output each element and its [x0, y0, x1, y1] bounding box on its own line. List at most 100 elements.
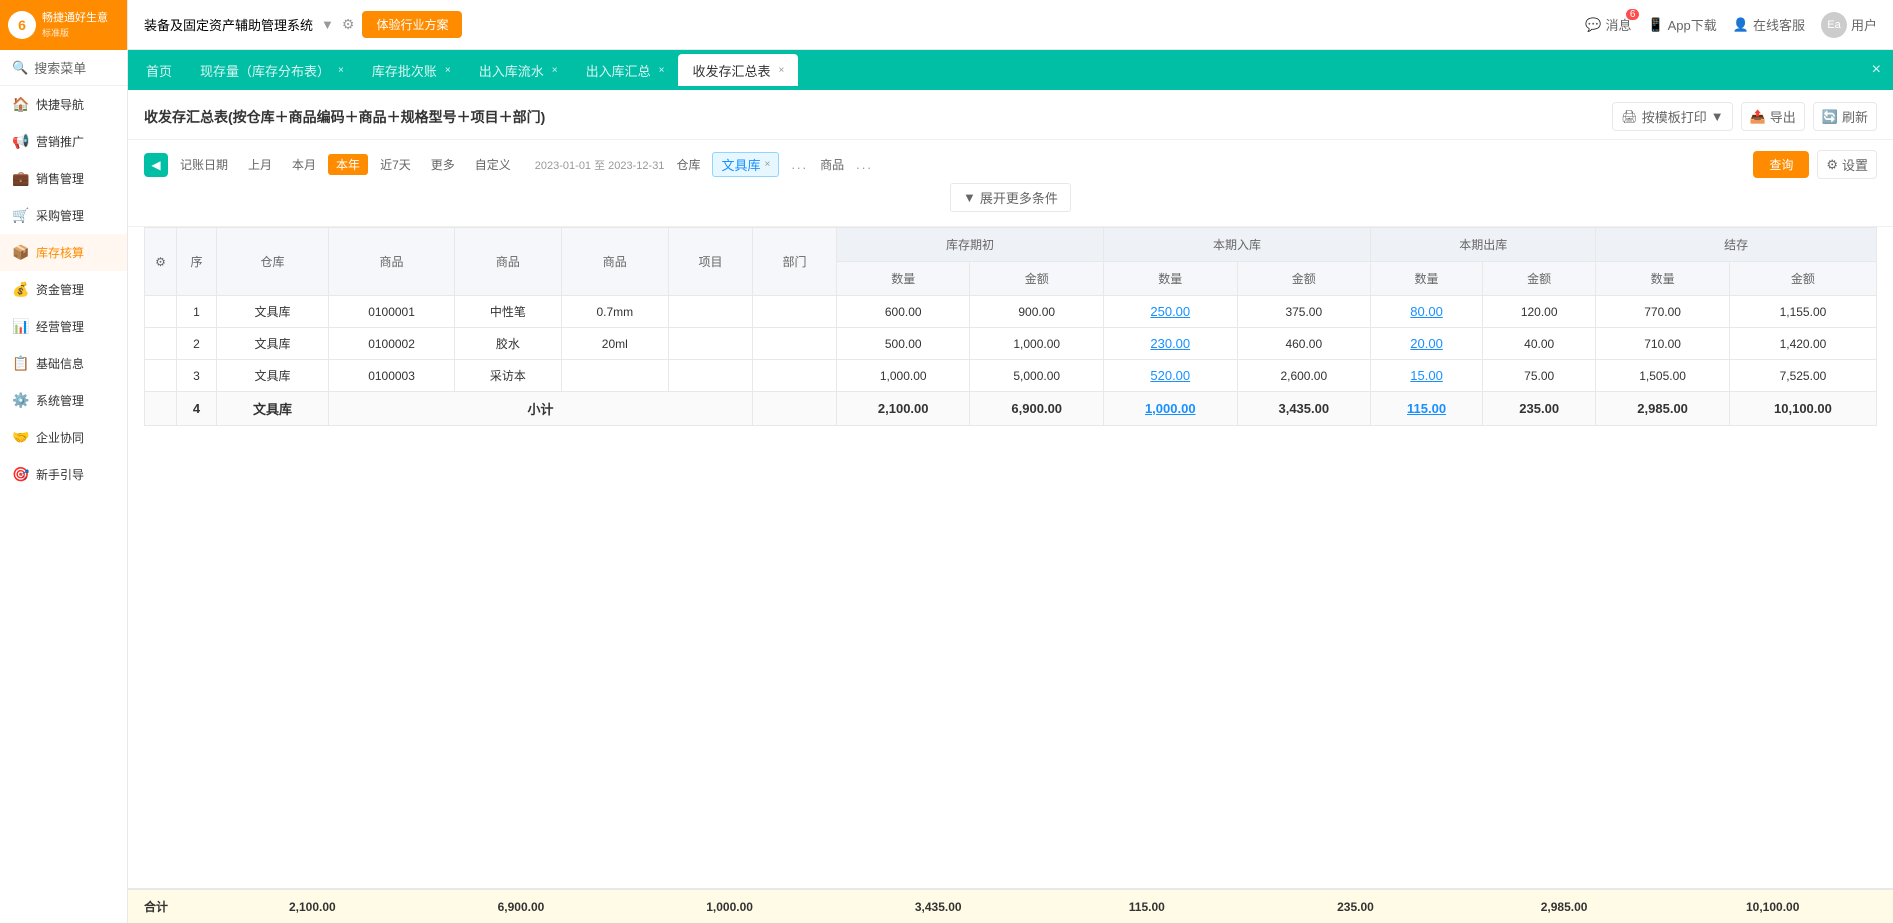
tab-batch-ledger[interactable]: 库存批次账 × — [358, 54, 465, 86]
th-balance-qty: 数量 — [1596, 262, 1730, 296]
tab-in-out-flow[interactable]: 出入库流水 × — [465, 54, 572, 86]
online-service-label: 在线客服 — [1753, 15, 1805, 34]
cell-in-qty[interactable]: 520.00 — [1104, 360, 1238, 392]
cell-opening-amt: 6,900.00 — [970, 392, 1104, 426]
th-in-amt: 金额 — [1237, 262, 1371, 296]
tab-home[interactable]: 首页 — [132, 54, 186, 86]
corp-icon: 🤝 — [12, 429, 28, 446]
cell-in-amt: 460.00 — [1237, 328, 1371, 360]
th-no: 序 — [177, 228, 217, 296]
sidebar-item-label: 新手引导 — [36, 466, 84, 483]
cell-out-qty[interactable]: 20.00 — [1371, 328, 1483, 360]
th-balance: 结存 — [1596, 228, 1877, 262]
sidebar-item-marketing[interactable]: 📢 营销推广 — [0, 123, 127, 160]
tab-close-icon[interactable]: × — [659, 65, 665, 76]
tab-in-out-summary[interactable]: 出入库汇总 × — [572, 54, 679, 86]
th-product-spec: 商品 — [561, 228, 669, 296]
warehouse-dots[interactable]: ... — [791, 157, 808, 172]
sidebar-item-label: 系统管理 — [36, 392, 84, 409]
subtotal-row: 4 文具库 小计 2,100.00 6,900.00 1,000.00 3,43… — [145, 392, 1877, 426]
tab-close-icon[interactable]: × — [445, 65, 451, 76]
refresh-btn[interactable]: 🔄 刷新 — [1813, 102, 1877, 131]
sidebar-item-label: 营销推广 — [36, 133, 84, 150]
sidebar-item-corp[interactable]: 🤝 企业协同 — [0, 419, 127, 456]
tab-close-icon[interactable]: × — [338, 65, 344, 76]
tab-inventory-dist[interactable]: 现存量（库存分布表） × — [186, 54, 358, 86]
tab-close-icon[interactable]: × — [778, 65, 784, 76]
trial-btn[interactable]: 体验行业方案 — [362, 11, 462, 38]
date-shortcut-this-year[interactable]: 本年 — [328, 154, 368, 175]
sidebar-item-inventory[interactable]: 📦 库存核算 — [0, 234, 127, 271]
cell-in-qty[interactable]: 230.00 — [1104, 328, 1238, 360]
cell-out-qty[interactable]: 15.00 — [1371, 360, 1483, 392]
print-btn[interactable]: 🖨 按模板打印 ▼ — [1612, 102, 1732, 131]
sales-icon: 💼 — [12, 170, 28, 187]
table-row: 2 文具库 0100002 胶水 20ml 500.00 1,000.00 23… — [145, 328, 1877, 360]
export-btn[interactable]: 📤 导出 — [1741, 102, 1805, 131]
sidebar-item-operation[interactable]: 📊 经营管理 — [0, 308, 127, 345]
online-service-btn[interactable]: 👤 在线客服 — [1733, 15, 1805, 34]
cell-out-qty[interactable]: 80.00 — [1371, 296, 1483, 328]
filter-collapse-btn[interactable]: ◀ — [144, 153, 168, 177]
footer-bar: 合计 2,100.00 6,900.00 1,000.00 3,435.00 1… — [128, 888, 1893, 923]
phone-icon: 📱 — [1647, 17, 1663, 33]
product-dots[interactable]: ... — [856, 157, 873, 172]
cell-in-qty[interactable]: 1,000.00 — [1104, 392, 1238, 426]
warehouse-tag: 文具库 × — [712, 152, 779, 177]
date-shortcut-this-month[interactable]: 本月 — [284, 154, 324, 175]
footer-opening-qty: 2,100.00 — [208, 900, 417, 914]
date-shortcut-last-7-days[interactable]: 近7天 — [372, 154, 419, 175]
message-btn[interactable]: 💬 消息 6 — [1585, 15, 1631, 34]
settings-text-btn[interactable]: ⚙ 设置 — [1817, 150, 1877, 179]
page-inner: 收发存汇总表(按仓库＋商品编码＋商品＋规格型号＋项目＋部门) 🖨 按模板打印 ▼… — [128, 90, 1893, 888]
sidebar-search[interactable]: 🔍 搜索菜单 — [0, 50, 127, 86]
cell-out-qty[interactable]: 115.00 — [1371, 392, 1483, 426]
footer-in-qty: 1,000.00 — [625, 900, 834, 914]
tab-label: 现存量（库存分布表） — [200, 61, 330, 80]
tab-label: 出入库汇总 — [586, 61, 651, 80]
date-shortcut-more[interactable]: 更多 — [423, 154, 463, 175]
query-btn[interactable]: 查询 — [1753, 151, 1809, 178]
cell-balance-qty: 1,505.00 — [1596, 360, 1730, 392]
page-header: 收发存汇总表(按仓库＋商品编码＋商品＋规格型号＋项目＋部门) 🖨 按模板打印 ▼… — [128, 90, 1893, 140]
cell-department — [753, 360, 837, 392]
warehouse-tag-close[interactable]: × — [764, 159, 770, 170]
system-name: 装备及固定资产辅助管理系统 — [144, 15, 313, 34]
date-shortcut-last-month[interactable]: 上月 — [240, 154, 280, 175]
footer-balance-qty: 2,985.00 — [1460, 900, 1669, 914]
footer-out-qty: 115.00 — [1043, 900, 1252, 914]
sidebar-item-system[interactable]: ⚙️ 系统管理 — [0, 382, 127, 419]
cell-in-qty[interactable]: 250.00 — [1104, 296, 1238, 328]
footer-balance-amt: 10,100.00 — [1668, 900, 1877, 914]
sidebar-item-sales[interactable]: 💼 销售管理 — [0, 160, 127, 197]
app-download-label: App下载 — [1668, 15, 1717, 34]
sidebar-logo: 6 — [8, 11, 36, 39]
sidebar-item-basic[interactable]: 📋 基础信息 — [0, 345, 127, 382]
user-menu[interactable]: Ea 用户 — [1821, 12, 1877, 38]
sidebar-item-quick-nav[interactable]: 🏠 快捷导航 — [0, 86, 127, 123]
th-balance-amt: 金额 — [1729, 262, 1876, 296]
sidebar-item-finance[interactable]: 💰 资金管理 — [0, 271, 127, 308]
print-icon: 🖨 — [1621, 109, 1638, 125]
home-icon: 🏠 — [12, 96, 28, 113]
sidebar-item-label: 企业协同 — [36, 429, 84, 446]
avatar: Ea — [1821, 12, 1847, 38]
filter-right: 查询 ⚙ 设置 — [1753, 150, 1877, 179]
date-shortcut-custom[interactable]: 自定义 — [467, 154, 519, 175]
cell-no: 3 — [177, 360, 217, 392]
cell-project — [669, 328, 753, 360]
close-all-tabs-btn[interactable]: × — [1864, 61, 1889, 79]
cell-no: 2 — [177, 328, 217, 360]
sidebar-item-purchase[interactable]: 🛒 采购管理 — [0, 197, 127, 234]
expand-more-btn[interactable]: ▼ 展开更多条件 — [950, 183, 1071, 212]
page-actions: 🖨 按模板打印 ▼ 📤 导出 🔄 刷新 — [1612, 102, 1877, 131]
app-download-btn[interactable]: 📱 App下载 — [1647, 15, 1716, 34]
th-settings[interactable]: ⚙ — [145, 228, 177, 296]
service-icon: 👤 — [1733, 17, 1749, 33]
tab-receive-send-summary[interactable]: 收发存汇总表 × — [678, 54, 798, 86]
tab-close-icon[interactable]: × — [552, 65, 558, 76]
sidebar-item-label: 销售管理 — [36, 170, 84, 187]
settings-icon[interactable]: ⚙ — [342, 16, 355, 33]
sidebar-item-guide[interactable]: 🎯 新手引导 — [0, 456, 127, 493]
sidebar-app-name: 畅捷通好生意 — [42, 11, 108, 25]
